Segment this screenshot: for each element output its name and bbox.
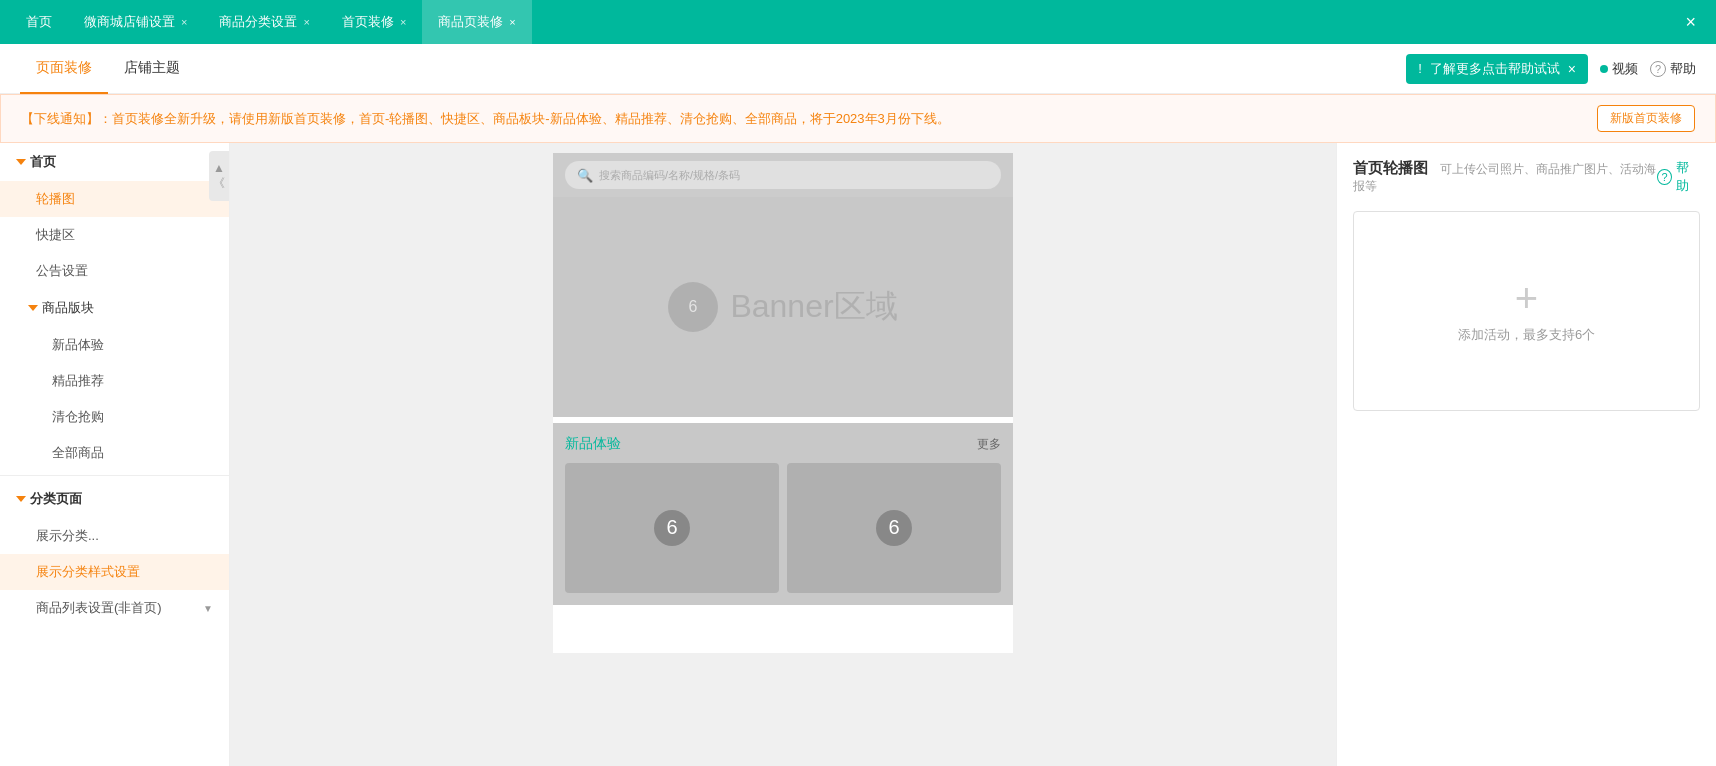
plus-icon: + <box>1515 278 1538 318</box>
tab-store-theme[interactable]: 店铺主题 <box>108 44 196 94</box>
triangle-down-icon <box>16 159 26 165</box>
help-banner[interactable]: ! 了解更多点击帮助试试 × <box>1406 54 1588 84</box>
sidebar-item-clearance[interactable]: 清仓抢购 <box>0 399 229 435</box>
banner-logo: 6 Banner区域 <box>668 282 897 332</box>
tab-page-decor[interactable]: 页面装修 <box>20 44 108 94</box>
sidebar-item-premium[interactable]: 精品推荐 <box>0 363 229 399</box>
video-dot-icon <box>1600 65 1608 73</box>
new-version-button[interactable]: 新版首页装修 <box>1597 105 1695 132</box>
sidebar-item-category-style[interactable]: 展示分类样式设置 <box>0 554 229 590</box>
add-activity-button[interactable]: + 添加活动，最多支持6个 <box>1353 211 1700 411</box>
svg-text:6: 6 <box>888 516 899 538</box>
right-panel-help-button[interactable]: ? 帮助 <box>1657 159 1700 195</box>
close-product-decor[interactable]: × <box>509 16 515 28</box>
tab-category-settings[interactable]: 商品分类设置 × <box>203 0 325 44</box>
preview-section-header: 新品体验 更多 <box>565 435 1001 453</box>
sidebar-section-home[interactable]: 首页 <box>0 143 229 181</box>
chevron-left-icon: 《 <box>213 175 225 192</box>
preview-new-products-section: 新品体验 更多 6 6 <box>553 423 1013 605</box>
question-circle-icon: ? <box>1657 169 1672 185</box>
preview-search-bar: 🔍 搜索商品编码/名称/规格/条码 <box>553 153 1013 197</box>
preview-products-grid: 6 6 <box>565 463 1001 593</box>
sidebar-item-new-experience[interactable]: 新品体验 <box>0 327 229 363</box>
sidebar-item-notice[interactable]: 公告设置 <box>0 253 229 289</box>
center-preview: 🔍 搜索商品编码/名称/规格/条码 6 Banner区域 <box>230 143 1336 766</box>
preview-product-1: 6 <box>565 463 779 593</box>
chevron-down-icon: ▼ <box>203 603 213 614</box>
right-panel-title: 首页轮播图 <box>1353 159 1428 176</box>
svg-text:6: 6 <box>689 298 698 315</box>
notice-bar: 【下线通知】：首页装修全新升级，请使用新版首页装修，首页-轮播图、快捷区、商品板… <box>0 94 1716 143</box>
right-panel-header: 首页轮播图 可上传公司照片、商品推广图片、活动海报等 ? 帮助 <box>1353 159 1700 195</box>
close-all-button[interactable]: × <box>1675 12 1706 33</box>
tab-store-settings[interactable]: 微商城店铺设置 × <box>68 0 203 44</box>
triangle-down-icon-3 <box>16 496 26 502</box>
tab-home[interactable]: 首页 <box>10 0 68 44</box>
tab-home-decor[interactable]: 首页装修 × <box>326 0 422 44</box>
close-help-banner[interactable]: × <box>1568 61 1576 77</box>
question-icon: ? <box>1650 61 1666 77</box>
sidebar-item-all-products[interactable]: 全部商品 <box>0 435 229 471</box>
sidebar-collapse-button[interactable]: ▲ 《 <box>209 151 229 201</box>
exclamation-icon: ! <box>1418 61 1422 76</box>
search-input-preview: 🔍 搜索商品编码/名称/规格/条码 <box>565 161 1001 189</box>
close-category-settings[interactable]: × <box>303 16 309 28</box>
banner-text: Banner区域 <box>730 285 897 329</box>
sidebar-section-product-block[interactable]: 商品版块 <box>0 289 229 327</box>
second-toolbar: 页面装修 店铺主题 ! 了解更多点击帮助试试 × 视频 ? 帮助 <box>0 44 1716 94</box>
sidebar-item-show-category[interactable]: 展示分类... <box>0 518 229 554</box>
help-button[interactable]: ? 帮助 <box>1650 60 1696 78</box>
right-panel-title-group: 首页轮播图 可上传公司照片、商品推广图片、活动海报等 <box>1353 159 1657 195</box>
notice-text: 【下线通知】：首页装修全新升级，请使用新版首页装修，首页-轮播图、快捷区、商品板… <box>21 110 1587 128</box>
close-store-settings[interactable]: × <box>181 16 187 28</box>
add-activity-label: 添加活动，最多支持6个 <box>1458 326 1595 344</box>
preview-banner: 6 Banner区域 <box>553 197 1013 417</box>
triangle-down-icon-2 <box>28 305 38 311</box>
video-button[interactable]: 视频 <box>1600 60 1638 78</box>
top-navigation: 首页 微商城店铺设置 × 商品分类设置 × 首页装修 × 商品页装修 × × <box>0 0 1716 44</box>
svg-text:6: 6 <box>666 516 677 538</box>
preview-product-2: 6 <box>787 463 1001 593</box>
main-layout: ▲ 《 首页 轮播图 快捷区 公告设置 商品版块 新品体验 精品推荐 清仓抢购 <box>0 143 1716 766</box>
search-icon-preview: 🔍 <box>577 168 593 183</box>
tab-product-decor[interactable]: 商品页装修 × <box>422 0 531 44</box>
chevron-up-icon: ▲ <box>213 161 225 175</box>
brand-icon: 6 <box>668 282 718 332</box>
close-home-decor[interactable]: × <box>400 16 406 28</box>
sidebar-item-product-list[interactable]: 商品列表设置(非首页) ▼ <box>0 590 229 626</box>
preview-phone: 🔍 搜索商品编码/名称/规格/条码 6 Banner区域 <box>553 153 1013 653</box>
sidebar-item-banner[interactable]: 轮播图 <box>0 181 229 217</box>
sidebar: ▲ 《 首页 轮播图 快捷区 公告设置 商品版块 新品体验 精品推荐 清仓抢购 <box>0 143 230 766</box>
sidebar-section-category[interactable]: 分类页面 <box>0 480 229 518</box>
sidebar-item-shortcuts[interactable]: 快捷区 <box>0 217 229 253</box>
preview-section-more: 更多 <box>977 436 1001 453</box>
preview-section-title: 新品体验 <box>565 435 621 453</box>
right-panel: 首页轮播图 可上传公司照片、商品推广图片、活动海报等 ? 帮助 + 添加活动，最… <box>1336 143 1716 766</box>
